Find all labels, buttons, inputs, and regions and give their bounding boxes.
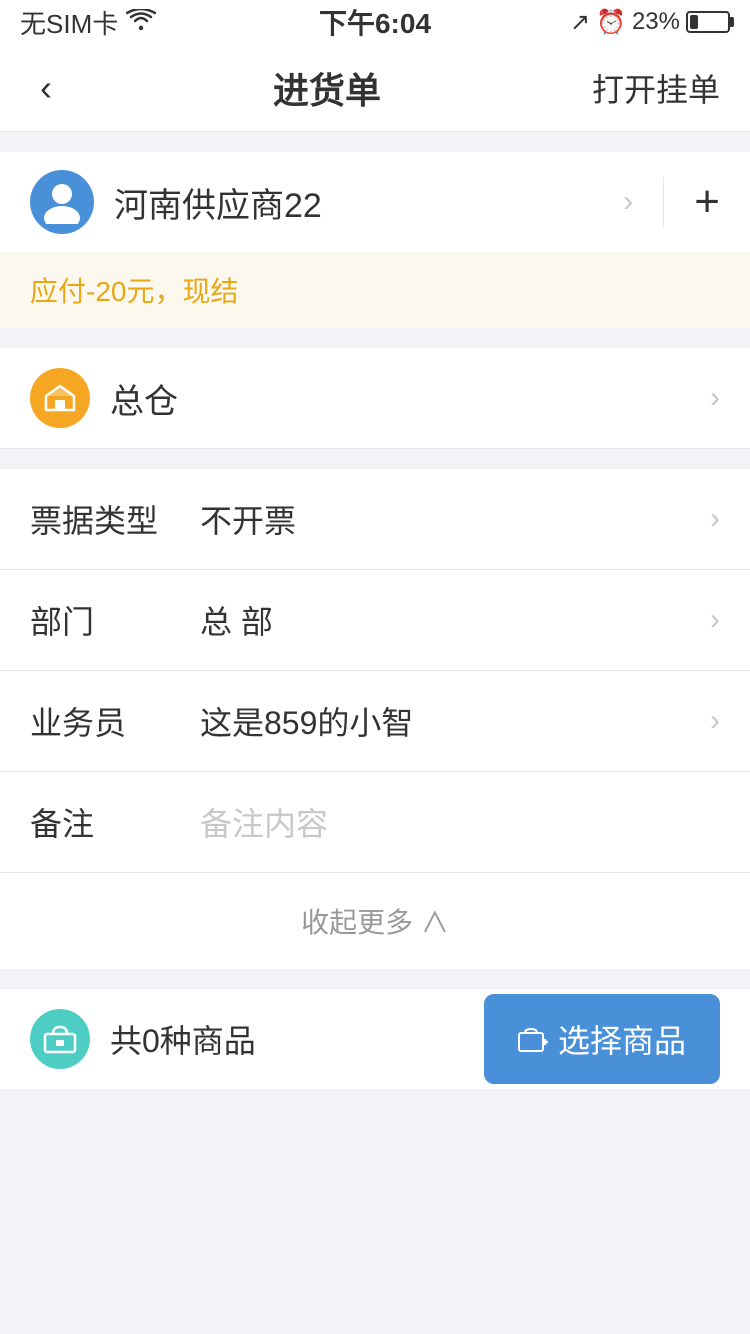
note-placeholder: 备注内容 [190,799,720,845]
section-divider-1 [0,328,750,348]
battery-fill [690,15,698,29]
section-divider-2 [0,449,750,469]
product-icon [30,1009,90,1069]
note-label: 备注 [30,799,190,845]
select-product-button[interactable]: 选择商品 [484,994,720,1084]
status-bar-time: 下午6:04 [319,2,431,42]
collapse-label: 收起更多 ∧ [301,901,449,941]
nav-bar: ‹ 进货单 打开挂单 [0,44,750,132]
note-row[interactable]: 备注 备注内容 [0,772,750,872]
supplier-row[interactable]: 河南供应商22 › + [0,152,750,252]
wifi-icon [126,7,156,38]
page-title: 进货单 [273,62,381,114]
salesperson-label: 业务员 [30,698,190,744]
select-product-icon [518,1023,548,1055]
location-icon: ↗ [570,8,590,37]
main-content: 河南供应商22 › + 应付-20元，现结 总仓 › 票据类型 不开票 › 部门… [0,132,750,1089]
supplier-name: 河南供应商22 [114,178,623,227]
supplier-avatar [30,170,94,234]
status-bar-right: ↗ ⏰ 23% [570,8,730,37]
invoice-type-chevron-icon: › [710,502,720,536]
battery-percentage: 23% [632,8,680,36]
alert-text: 应付-20元，现结 [30,276,238,307]
invoice-type-row[interactable]: 票据类型 不开票 › [0,469,750,569]
department-row[interactable]: 部门 总 部 › [0,570,750,670]
open-pending-button[interactable]: 打开挂单 [592,65,720,111]
invoice-type-label: 票据类型 [30,496,190,542]
department-label: 部门 [30,597,190,643]
warehouse-icon [30,368,90,428]
warehouse-name: 总仓 [110,374,710,423]
salesperson-row[interactable]: 业务员 这是859的小智 › [0,671,750,771]
supplier-chevron-icon: › [623,185,633,219]
warehouse-chevron-icon: › [710,381,720,415]
supplier-add-button[interactable]: + [694,177,720,227]
product-bar: 共0种商品 选择商品 [0,989,750,1089]
carrier-label: 无SIM卡 [20,4,118,41]
invoice-type-value: 不开票 [190,496,710,542]
alarm-icon: ⏰ [596,8,626,37]
product-count: 共0种商品 [110,1016,484,1062]
alert-banner: 应付-20元，现结 [0,252,750,328]
select-product-label: 选择商品 [558,1016,686,1062]
salesperson-chevron-icon: › [710,704,720,738]
department-chevron-icon: › [710,603,720,637]
back-button[interactable]: ‹ [30,57,62,119]
department-value: 总 部 [190,597,710,643]
salesperson-value: 这是859的小智 [190,698,710,744]
section-divider-top [0,132,750,152]
status-bar-left: 无SIM卡 [20,4,156,41]
battery-bar [686,11,730,33]
status-bar: 无SIM卡 下午6:04 ↗ ⏰ 23% [0,0,750,44]
collapse-row[interactable]: 收起更多 ∧ [0,873,750,969]
supplier-divider [663,177,664,227]
warehouse-row[interactable]: 总仓 › [0,348,750,448]
